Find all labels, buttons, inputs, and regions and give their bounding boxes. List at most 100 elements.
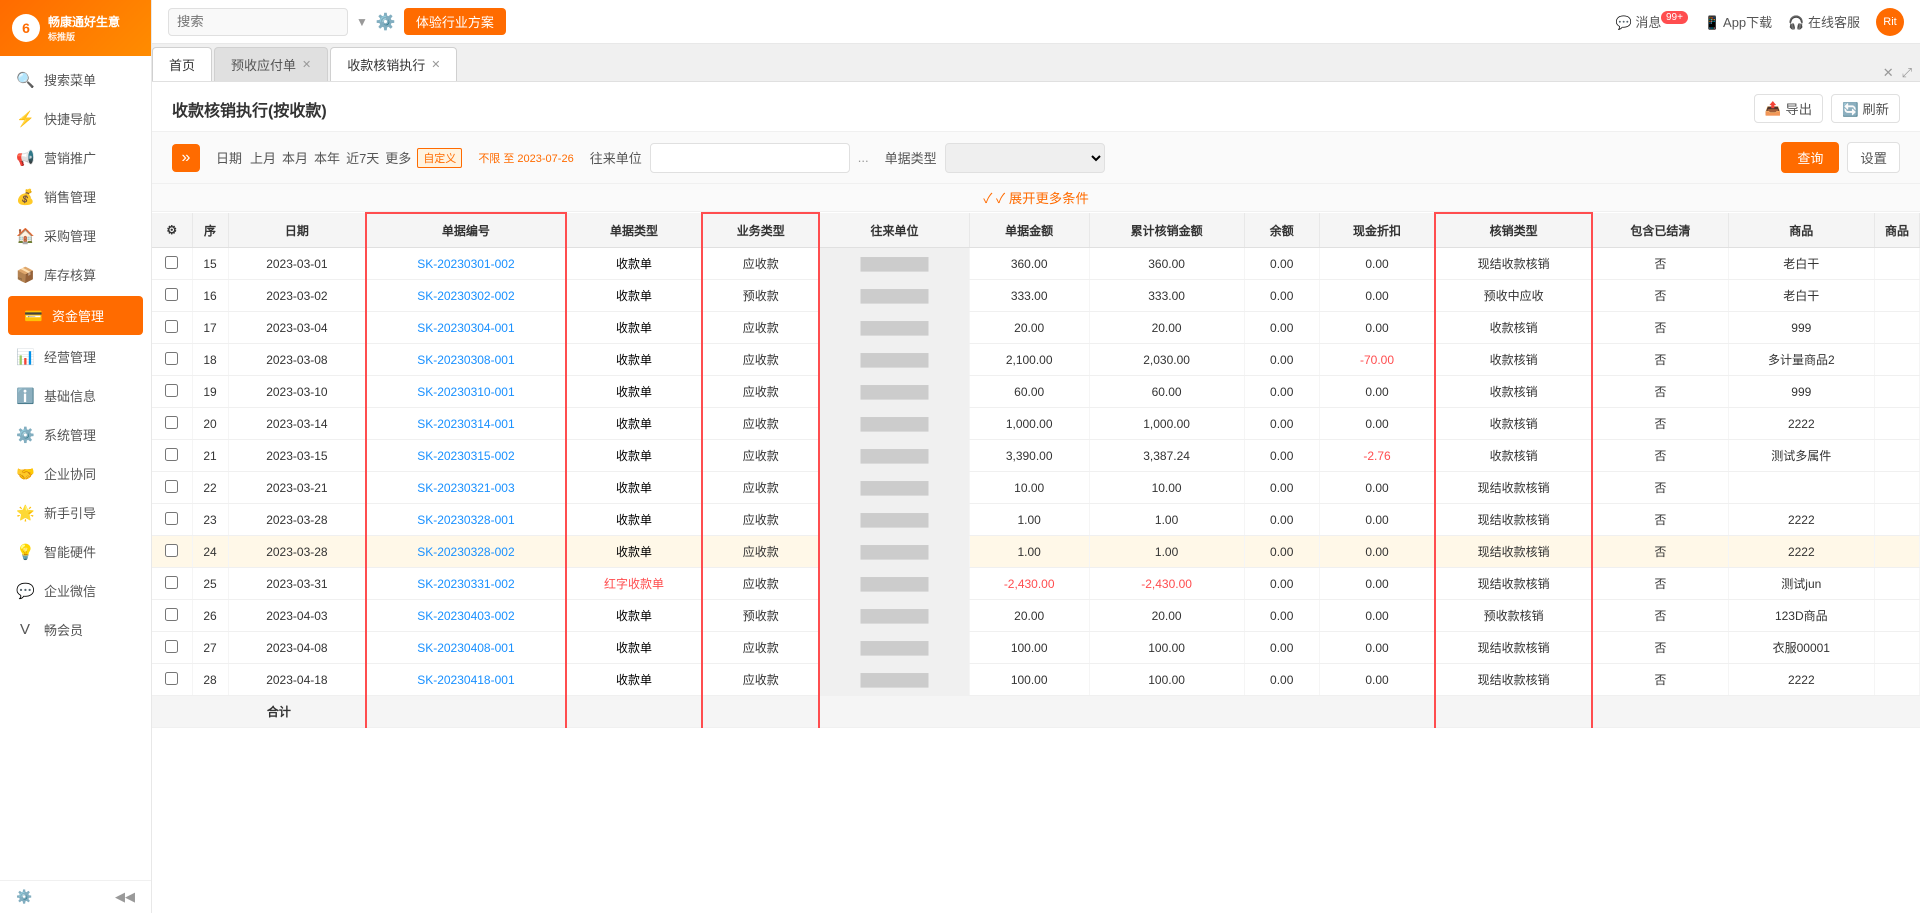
sidebar-item-search[interactable]: 🔍搜索菜单 bbox=[0, 60, 151, 99]
cell-balance: 0.00 bbox=[1244, 376, 1319, 408]
collapse-icon[interactable]: ◀◀ bbox=[115, 889, 135, 905]
sn-link[interactable]: SK-20230310-001 bbox=[417, 385, 514, 399]
sidebar-item-hardware[interactable]: 💡智能硬件 bbox=[0, 532, 151, 571]
sidebar-item-purchase[interactable]: 🏠采购管理 bbox=[0, 216, 151, 255]
sidebar-item-wechat[interactable]: 💬企业微信 bbox=[0, 571, 151, 610]
col-header-partner: 往来单位 bbox=[819, 213, 969, 248]
cell-checkbox[interactable] bbox=[152, 632, 192, 664]
sn-link[interactable]: SK-20230304-001 bbox=[417, 321, 514, 335]
footer-goods bbox=[1728, 696, 1874, 728]
cell-goods: 多计量商品2 bbox=[1728, 344, 1874, 376]
date-link-more[interactable]: 更多 bbox=[385, 148, 411, 168]
sn-link[interactable]: SK-20230328-001 bbox=[417, 513, 514, 527]
expand-more-button[interactable]: ✓ ✓ 展开更多条件 bbox=[983, 188, 1089, 207]
col-header-balance: 余额 bbox=[1244, 213, 1319, 248]
cell-checkbox[interactable] bbox=[152, 440, 192, 472]
industry-solution-button[interactable]: 体验行业方案 bbox=[404, 8, 506, 35]
sn-link[interactable]: SK-20230302-002 bbox=[417, 289, 514, 303]
sn-link[interactable]: SK-20230314-001 bbox=[417, 417, 514, 431]
message-area[interactable]: 💬 消息 99+ bbox=[1616, 12, 1688, 31]
tab-close-all-icon[interactable]: ✕ bbox=[1883, 65, 1894, 81]
partner-filter-input[interactable] bbox=[650, 143, 850, 173]
tab-home[interactable]: 首页 bbox=[152, 47, 212, 81]
cell-discount: 0.00 bbox=[1319, 536, 1435, 568]
cell-sn: SK-20230302-002 bbox=[366, 280, 565, 312]
footer-settings bbox=[152, 696, 192, 728]
sidebar-item-inventory[interactable]: 📦库存核算 bbox=[0, 255, 151, 294]
cell-verify-type: 现结收款核销 bbox=[1435, 472, 1592, 504]
sidebar-item-finance[interactable]: 💳资金管理 bbox=[8, 296, 143, 335]
app-download-area[interactable]: 📱 App下载 bbox=[1704, 12, 1772, 31]
dropdown-arrow-icon[interactable]: ▼ bbox=[356, 15, 368, 29]
col-header-verified: 累计核销金额 bbox=[1089, 213, 1244, 248]
footer-goods2 bbox=[1874, 696, 1919, 728]
sn-link[interactable]: SK-20230408-001 bbox=[417, 641, 514, 655]
date-link-last-month[interactable]: 上月 bbox=[250, 148, 276, 168]
sn-link[interactable]: SK-20230315-002 bbox=[417, 449, 514, 463]
cell-checkbox[interactable] bbox=[152, 344, 192, 376]
cell-goods: 老白干 bbox=[1728, 248, 1874, 280]
sidebar-item-guide[interactable]: 🌟新手引导 bbox=[0, 493, 151, 532]
sidebar-item-system[interactable]: ⚙️系统管理 bbox=[0, 415, 151, 454]
cell-checkbox[interactable] bbox=[152, 472, 192, 504]
sidebar-item-member[interactable]: V畅会员 bbox=[0, 610, 151, 649]
tab-collection-close-icon[interactable]: ✕ bbox=[431, 58, 440, 71]
operation-icon: 📊 bbox=[16, 348, 34, 366]
sn-link[interactable]: SK-20230321-003 bbox=[417, 481, 514, 495]
sn-link[interactable]: SK-20230301-002 bbox=[417, 257, 514, 271]
cell-biz-type: 应收款 bbox=[702, 632, 819, 664]
date-link-this-month[interactable]: 本月 bbox=[282, 148, 308, 168]
cell-checkbox[interactable] bbox=[152, 568, 192, 600]
footer-label: 合计 bbox=[192, 696, 366, 728]
sidebar-item-sales[interactable]: 💰销售管理 bbox=[0, 177, 151, 216]
date-link-7days[interactable]: 近7天 bbox=[346, 148, 379, 168]
col-header-sn: 单据编号 bbox=[366, 213, 565, 248]
cell-checkbox[interactable] bbox=[152, 408, 192, 440]
sidebar-item-quick[interactable]: ⚡快捷导航 bbox=[0, 99, 151, 138]
refresh-button[interactable]: 🔄 刷新 bbox=[1831, 94, 1900, 123]
settings-icon[interactable]: ⚙️ bbox=[16, 889, 32, 905]
sn-link[interactable]: SK-20230328-002 bbox=[417, 545, 514, 559]
col-header-settings[interactable]: ⚙ bbox=[152, 213, 192, 248]
filter-settings-button[interactable]: 设置 bbox=[1847, 142, 1900, 173]
date-custom-button[interactable]: 自定义 bbox=[417, 148, 462, 168]
cell-checkbox[interactable] bbox=[152, 312, 192, 344]
cell-checkbox[interactable] bbox=[152, 280, 192, 312]
sidebar-item-operation[interactable]: 📊经营管理 bbox=[0, 337, 151, 376]
table-settings-icon[interactable]: ⚙ bbox=[166, 223, 177, 237]
doc-type-filter-select[interactable] bbox=[945, 143, 1105, 173]
export-icon: 📤 bbox=[1765, 101, 1782, 117]
cell-goods2 bbox=[1874, 344, 1919, 376]
tab-collection[interactable]: 收款核销执行 ✕ bbox=[330, 47, 457, 81]
sidebar-item-enterprise[interactable]: 🤝企业协同 bbox=[0, 454, 151, 493]
cell-verified: 100.00 bbox=[1089, 632, 1244, 664]
cell-checkbox[interactable] bbox=[152, 376, 192, 408]
cell-checkbox[interactable] bbox=[152, 664, 192, 696]
cell-sn: SK-20230308-001 bbox=[366, 344, 565, 376]
cell-checkbox[interactable] bbox=[152, 536, 192, 568]
table-header-row: ⚙ 序 日期 单据编号 单据类型 业务类型 往来单位 单据金额 累计核销金额 余… bbox=[152, 213, 1920, 248]
cell-checkbox[interactable] bbox=[152, 504, 192, 536]
user-avatar[interactable]: Rit bbox=[1876, 8, 1904, 36]
cell-date: 2023-03-21 bbox=[228, 472, 366, 504]
filter-toggle-button[interactable]: » bbox=[172, 144, 200, 172]
sn-link[interactable]: SK-20230308-001 bbox=[417, 353, 514, 367]
sidebar-item-basic[interactable]: ℹ️基础信息 bbox=[0, 376, 151, 415]
cell-checkbox[interactable] bbox=[152, 600, 192, 632]
online-service-area[interactable]: 🎧 在线客服 bbox=[1788, 12, 1860, 31]
query-button[interactable]: 查询 bbox=[1781, 142, 1839, 173]
topbar-gear-icon[interactable]: ⚙️ bbox=[376, 12, 396, 32]
tab-expand-icon[interactable]: ⤢ bbox=[1902, 65, 1912, 81]
sn-link[interactable]: SK-20230418-001 bbox=[417, 673, 514, 687]
sn-link[interactable]: SK-20230331-002 bbox=[417, 577, 514, 591]
tab-prepay[interactable]: 预收应付单 ✕ bbox=[214, 47, 328, 81]
sidebar-item-marketing[interactable]: 📢营销推广 bbox=[0, 138, 151, 177]
app-logo: 6 畅康通好生意 标推版 bbox=[0, 0, 151, 56]
cell-sn: SK-20230315-002 bbox=[366, 440, 565, 472]
export-button[interactable]: 📤 导出 bbox=[1754, 94, 1823, 123]
topbar-search-input[interactable] bbox=[168, 8, 348, 36]
sn-link[interactable]: SK-20230403-002 bbox=[417, 609, 514, 623]
cell-checkbox[interactable] bbox=[152, 248, 192, 280]
tab-prepay-close-icon[interactable]: ✕ bbox=[302, 58, 311, 71]
date-link-this-year[interactable]: 本年 bbox=[314, 148, 340, 168]
